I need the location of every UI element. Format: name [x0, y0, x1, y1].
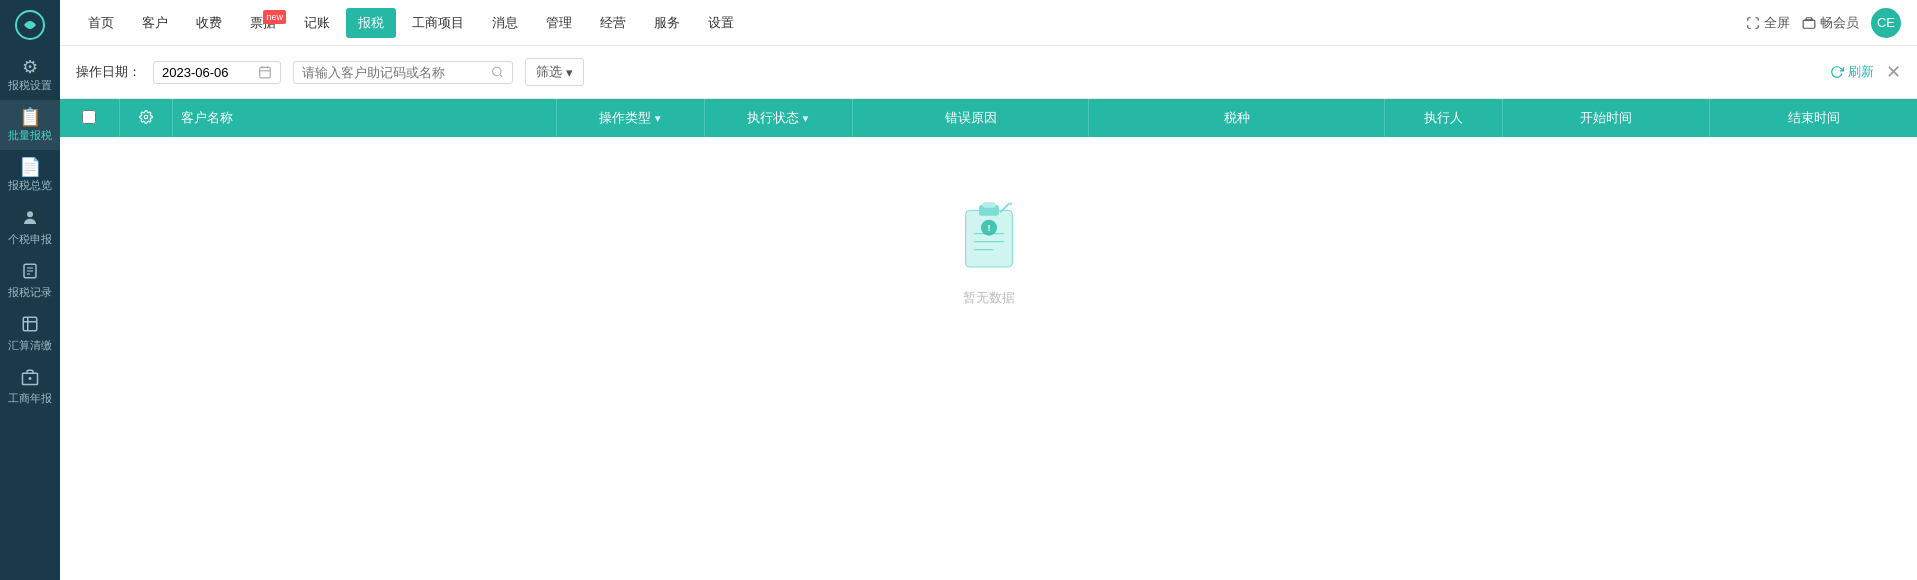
sidebar-item-label: 报税设置 [8, 79, 52, 92]
svg-rect-6 [23, 317, 37, 331]
sidebar-item-piliangshuishu[interactable]: 📋 批量报税 [0, 100, 60, 150]
sidebar-item-label: 汇算清缴 [8, 339, 52, 352]
th-tax-type: 税种 [1089, 99, 1385, 137]
data-table: 客户名称 操作类型 ▼ 执行状态 ▼ [60, 99, 1917, 367]
svg-rect-13 [260, 67, 271, 78]
refresh-icon [1830, 65, 1844, 79]
sidebar: ⚙ 报税设置 📋 批量报税 📄 报税总览 个税申报 报税记录 汇算清缴 工商年报 [0, 0, 60, 580]
empty-text: 暂无数据 [963, 289, 1015, 307]
svg-point-17 [493, 67, 501, 75]
sidebar-item-label: 批量报税 [8, 129, 52, 142]
member-label: 畅会员 [1820, 14, 1859, 32]
topnav-right: 全屏 畅会员 CE [1746, 8, 1901, 38]
gongshangnianbaao-icon [21, 368, 39, 389]
topnav-item-guanli[interactable]: 管理 [534, 8, 584, 38]
new-badge: new [263, 10, 286, 24]
toolbar: 操作日期： 筛选 ▾ 刷新 ✕ [60, 46, 1917, 99]
th-exec-status[interactable]: 执行状态 ▼ [705, 99, 853, 137]
topnav-item-baoshui[interactable]: 报税 [346, 8, 396, 38]
topnav-items: 首页 客户 收费 票据 new 记账 报税 工商项目 消息 管理 经营 服务 设… [76, 8, 1746, 38]
filter-icon: ▼ [801, 113, 811, 124]
search-input[interactable] [302, 65, 485, 80]
svg-point-1 [27, 211, 33, 217]
fullscreen-label: 全屏 [1764, 14, 1790, 32]
geshuishenbao-icon [21, 209, 39, 230]
huisuanjiaona-icon [21, 315, 39, 336]
topnav-item-homepage[interactable]: 首页 [76, 8, 126, 38]
empty-state-cell: ! 暂无数据 [60, 137, 1917, 367]
sidebar-item-huisuanjiaona[interactable]: 汇算清缴 [0, 307, 60, 360]
date-input[interactable] [162, 65, 252, 80]
empty-state-row: ! 暂无数据 [60, 137, 1917, 367]
topnav-item-fuwu[interactable]: 服务 [642, 8, 692, 38]
topnav-item-shoufei[interactable]: 收费 [184, 8, 234, 38]
th-executor: 执行人 [1385, 99, 1503, 137]
sidebar-item-baoshuizonglan[interactable]: 📄 报税总览 [0, 150, 60, 200]
calendar-icon [258, 65, 272, 79]
sidebar-item-baoshuijilu[interactable]: 报税记录 [0, 254, 60, 307]
refresh-label: 刷新 [1848, 63, 1874, 81]
th-customer-name: 客户名称 [172, 99, 556, 137]
th-op-type[interactable]: 操作类型 ▼ [557, 99, 705, 137]
date-picker[interactable] [153, 61, 281, 84]
search-wrap[interactable] [293, 61, 513, 84]
table-body: ! 暂无数据 [60, 137, 1917, 367]
fullscreen-button[interactable]: 全屏 [1746, 14, 1790, 32]
date-label: 操作日期： [76, 63, 141, 81]
table-wrap[interactable]: 客户名称 操作类型 ▼ 执行状态 ▼ [60, 99, 1917, 580]
sidebar-item-label: 报税记录 [8, 286, 52, 299]
sidebar-item-label: 工商年报 [8, 392, 52, 405]
topnav: 首页 客户 收费 票据 new 记账 报税 工商项目 消息 管理 经营 服务 设… [60, 0, 1917, 46]
search-icon [491, 65, 504, 79]
th-settings[interactable] [119, 99, 172, 137]
empty-state: ! 暂无数据 [60, 137, 1917, 367]
topnav-item-jizhang[interactable]: 记账 [292, 8, 342, 38]
topnav-item-customer[interactable]: 客户 [130, 8, 180, 38]
svg-rect-12 [1803, 20, 1815, 28]
svg-point-19 [144, 115, 148, 119]
avatar[interactable]: CE [1871, 8, 1901, 38]
filter-label: 筛选 [536, 63, 562, 81]
refresh-button[interactable]: 刷新 [1830, 63, 1874, 81]
svg-rect-20 [965, 210, 1012, 267]
filter-icon: ▼ [653, 113, 663, 124]
sidebar-item-baoshuishezhi[interactable]: ⚙ 报税设置 [0, 50, 60, 100]
member-icon [1802, 16, 1816, 30]
empty-illustration: ! [949, 197, 1029, 277]
sidebar-item-geshuishenbao[interactable]: 个税申报 [0, 201, 60, 254]
main-area: 首页 客户 收费 票据 new 记账 报税 工商项目 消息 管理 经营 服务 设… [60, 0, 1917, 580]
topnav-item-shezhi[interactable]: 设置 [696, 8, 746, 38]
filter-button[interactable]: 筛选 ▾ [525, 58, 584, 86]
select-all-checkbox[interactable] [82, 110, 96, 124]
piliangshuishu-icon: 📋 [19, 108, 41, 126]
th-end-time: 结束时间 [1710, 99, 1917, 137]
table-header-row: 客户名称 操作类型 ▼ 执行状态 ▼ [60, 99, 1917, 137]
chevron-down-icon: ▾ [566, 65, 573, 80]
topnav-item-piaoju[interactable]: 票据 new [238, 8, 288, 38]
th-start-time: 开始时间 [1503, 99, 1710, 137]
th-error-reason: 错误原因 [852, 99, 1089, 137]
app-logo[interactable] [0, 0, 60, 50]
close-button[interactable]: ✕ [1886, 63, 1901, 81]
baoshuijilu-icon [21, 262, 39, 283]
svg-line-18 [500, 74, 502, 76]
settings-icon [139, 110, 153, 124]
topnav-item-xiaoxi[interactable]: 消息 [480, 8, 530, 38]
topnav-item-jingying[interactable]: 经营 [588, 8, 638, 38]
member-button[interactable]: 畅会员 [1802, 14, 1859, 32]
sidebar-item-label: 个税申报 [8, 233, 52, 246]
svg-rect-22 [982, 202, 995, 207]
sidebar-item-label: 报税总览 [8, 179, 52, 192]
th-checkbox[interactable] [60, 99, 119, 137]
fullscreen-icon [1746, 16, 1760, 30]
sidebar-item-gongshangnianbaao[interactable]: 工商年报 [0, 360, 60, 413]
content-area: 操作日期： 筛选 ▾ 刷新 ✕ [60, 46, 1917, 580]
topnav-item-gongshang[interactable]: 工商项目 [400, 8, 476, 38]
baoshuizonglan-icon: 📄 [19, 158, 41, 176]
baoshuishezhi-icon: ⚙ [22, 58, 38, 76]
svg-text:!: ! [987, 223, 990, 233]
